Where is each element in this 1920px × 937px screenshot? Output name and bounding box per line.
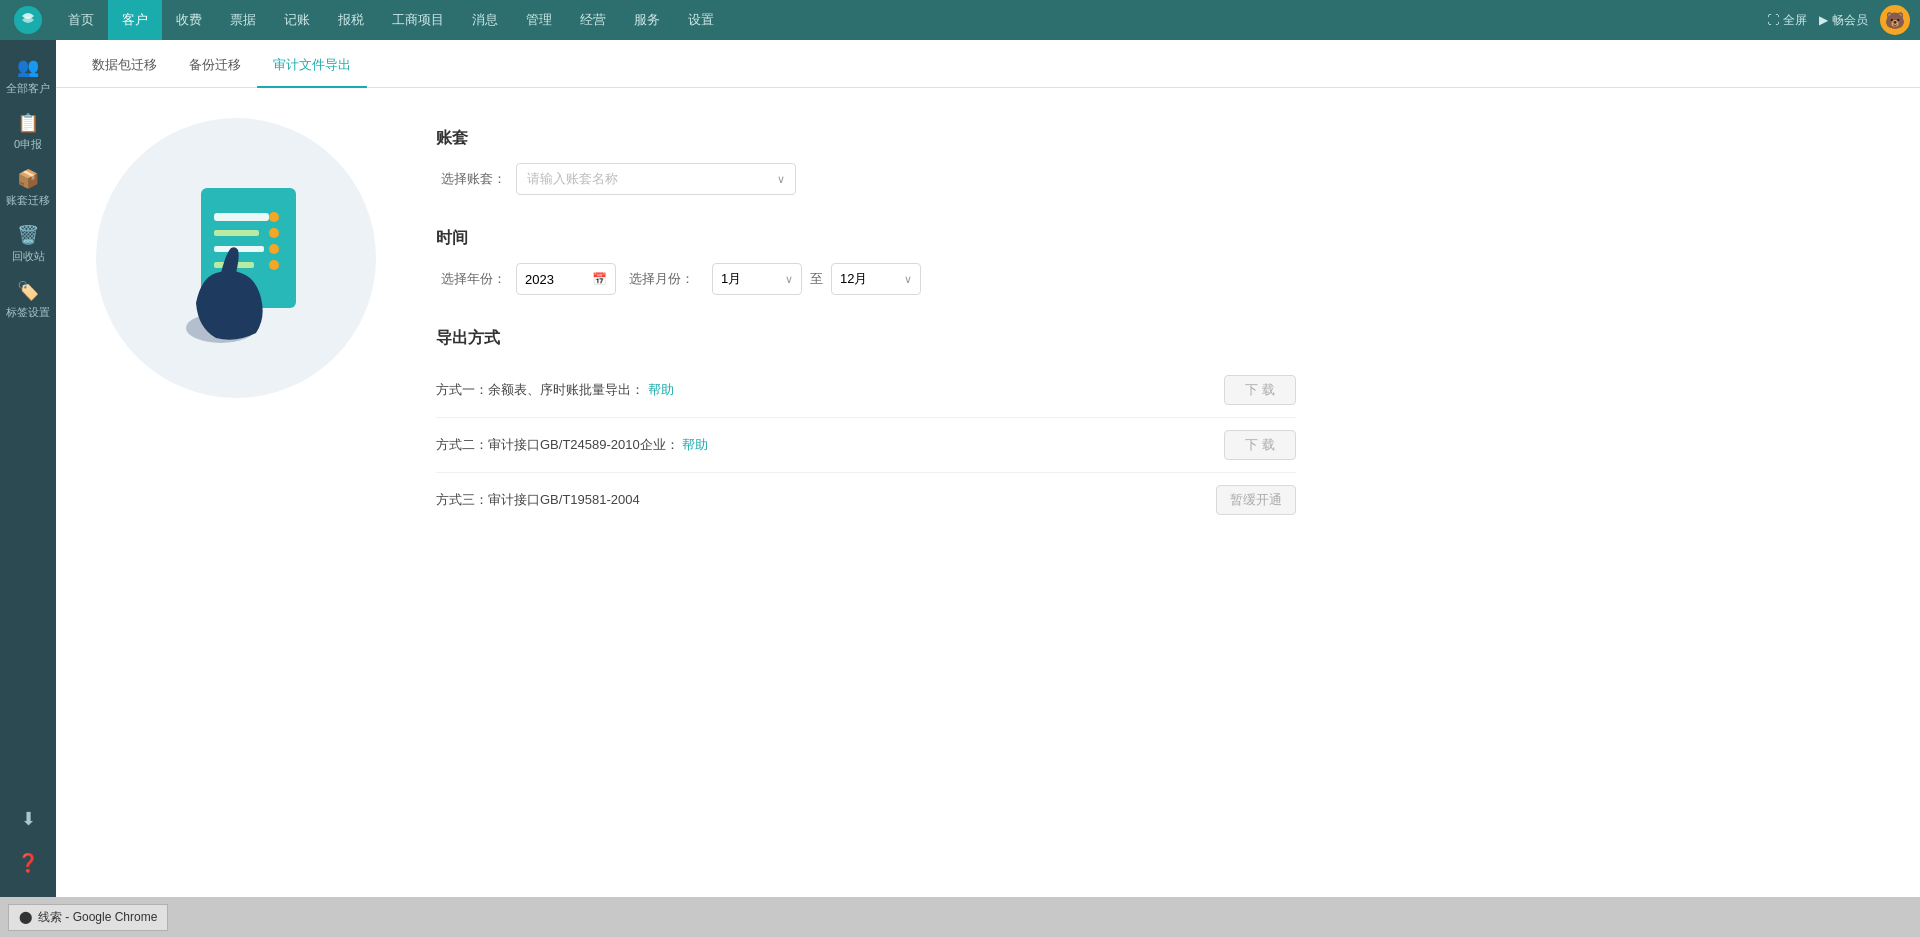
avatar[interactable]: 🐻 [1880,5,1910,35]
svg-point-8 [269,244,279,254]
export-method-1: 方式一：余额表、序时账批量导出： 帮助 下 载 [436,363,1296,418]
tab-audit-export[interactable]: 审计文件导出 [257,44,367,88]
svg-rect-4 [214,246,264,252]
content-area: 数据包迁移 备份迁移 审计文件导出 [56,40,1920,897]
svg-point-7 [269,228,279,238]
nav-tax[interactable]: 报税 [324,0,378,40]
method-1-label: 方式一：余额表、序时账批量导出： 帮助 [436,381,674,399]
sidebar-tag-label: 标签设置 [6,305,50,320]
method-3-coming-soon-button[interactable]: 暂缓开通 [1216,485,1296,515]
sidebar-item-account-migrate[interactable]: 📦 账套迁移 [0,160,56,216]
sidebar-item-tag-settings[interactable]: 🏷️ 标签设置 [0,272,56,328]
method-1-help-link[interactable]: 帮助 [648,382,674,397]
recycle-icon: 🗑️ [17,224,39,246]
main-layout: 👥 全部客户 📋 0申报 📦 账套迁移 🗑️ 回收站 🏷️ 标签设置 ⬇ ❓ 数… [0,40,1920,897]
sidebar-bottom: ⬇ ❓ [10,801,46,897]
method-2-label: 方式二：审计接口GB/T24589-2010企业： 帮助 [436,436,708,454]
start-month-value: 1月 [721,270,741,288]
tab-data-migration[interactable]: 数据包迁移 [76,44,173,88]
nav-manage[interactable]: 管理 [512,0,566,40]
time-row: 2023 📅 选择月份： 1月 ∨ 至 12月 ∨ [516,263,921,295]
migrate-icon: 📦 [17,168,39,190]
nav-bookkeeping[interactable]: 记账 [270,0,324,40]
tag-icon: 🏷️ [17,280,39,302]
end-month-value: 12月 [840,270,867,288]
account-select-label: 选择账套： [436,170,506,188]
nav-fee[interactable]: 收费 [162,0,216,40]
form-container: 账套 选择账套： 请输入账套名称 ∨ 时间 选择年份： [96,118,1296,527]
year-value: 2023 [525,272,554,287]
declare-icon: 📋 [17,112,39,134]
sidebar-download-btn[interactable]: ⬇ [10,801,46,837]
customers-icon: 👥 [17,56,39,78]
account-placeholder: 请输入账套名称 [527,170,618,188]
year-label: 选择年份： [436,270,506,288]
svg-rect-3 [214,230,259,236]
nav-service[interactable]: 服务 [620,0,674,40]
nav-business[interactable]: 工商项目 [378,0,458,40]
sidebar-account-migrate-label: 账套迁移 [6,193,50,208]
method-2-help-link[interactable]: 帮助 [682,437,708,452]
sidebar-item-recycle[interactable]: 🗑️ 回收站 [0,216,56,272]
export-method-3: 方式三：审计接口GB/T19581-2004 暂缓开通 [436,473,1296,527]
chevron-down-icon: ∨ [777,173,785,186]
sidebar-zero-declare-label: 0申报 [14,137,42,152]
member-button[interactable]: ▶ 畅会员 [1819,12,1868,29]
form-right: 账套 选择账套： 请输入账套名称 ∨ 时间 选择年份： [436,118,1296,527]
nav-right: ⛶ 全屏 ▶ 畅会员 🐻 [1767,5,1910,35]
time-section-title: 时间 [436,228,1296,249]
fullscreen-label: 全屏 [1783,12,1807,29]
fullscreen-button[interactable]: ⛶ 全屏 [1767,12,1807,29]
end-month-select[interactable]: 12月 ∨ [831,263,921,295]
taskbar: ⬤ 线索 - Google Chrome [0,897,1920,937]
account-select-input[interactable]: 请输入账套名称 ∨ [516,163,796,195]
tab-backup-migration[interactable]: 备份迁移 [173,44,257,88]
nav-customer[interactable]: 客户 [108,0,162,40]
svg-point-9 [269,260,279,270]
to-label: 至 [810,270,823,288]
top-nav: 首页 客户 收费 票据 记账 报税 工商项目 消息 管理 经营 服务 设置 ⛶ … [0,0,1920,40]
method-3-label: 方式三：审计接口GB/T19581-2004 [436,491,640,509]
taskbar-item-label: 线索 - Google Chrome [38,909,157,926]
illustration [96,118,376,398]
start-month-select[interactable]: 1月 ∨ [712,263,802,295]
chrome-icon: ⬤ [19,910,32,924]
nav-invoice[interactable]: 票据 [216,0,270,40]
method-1-download-button[interactable]: 下 载 [1224,375,1296,405]
nav-operation[interactable]: 经营 [566,0,620,40]
month-select-label: 选择月份： [624,270,694,288]
calendar-icon: 📅 [592,272,607,286]
member-label: 畅会员 [1832,12,1868,29]
method-2-download-button[interactable]: 下 载 [1224,430,1296,460]
sub-tabs: 数据包迁移 备份迁移 审计文件导出 [56,40,1920,88]
svg-point-6 [269,212,279,222]
page-content: 账套 选择账套： 请输入账套名称 ∨ 时间 选择年份： [56,88,1920,897]
sidebar-all-customers-label: 全部客户 [6,81,50,96]
account-form-row: 选择账套： 请输入账套名称 ∨ [436,163,1296,195]
account-section-title: 账套 [436,128,1296,149]
member-icon: ▶ [1819,13,1828,27]
app-logo [10,2,46,38]
sidebar-recycle-label: 回收站 [12,249,45,264]
nav-settings[interactable]: 设置 [674,0,728,40]
sidebar-item-all-customers[interactable]: 👥 全部客户 [0,48,56,104]
fullscreen-icon: ⛶ [1767,13,1779,27]
export-section-title: 导出方式 [436,328,1296,349]
sidebar-item-zero-declare[interactable]: 📋 0申报 [0,104,56,160]
taskbar-chrome-item[interactable]: ⬤ 线索 - Google Chrome [8,904,168,931]
nav-home[interactable]: 首页 [54,0,108,40]
svg-rect-2 [214,213,269,221]
year-input[interactable]: 2023 📅 [516,263,616,295]
chevron-month-icon: ∨ [785,273,793,286]
sidebar-help-btn[interactable]: ❓ [10,845,46,881]
nav-message[interactable]: 消息 [458,0,512,40]
time-form-row: 选择年份： 2023 📅 选择月份： 1月 ∨ 至 [436,263,1296,295]
export-method-2: 方式二：审计接口GB/T24589-2010企业： 帮助 下 载 [436,418,1296,473]
chevron-end-month-icon: ∨ [904,273,912,286]
nav-items: 首页 客户 收费 票据 记账 报税 工商项目 消息 管理 经营 服务 设置 [54,0,1767,40]
sidebar: 👥 全部客户 📋 0申报 📦 账套迁移 🗑️ 回收站 🏷️ 标签设置 ⬇ ❓ [0,40,56,897]
